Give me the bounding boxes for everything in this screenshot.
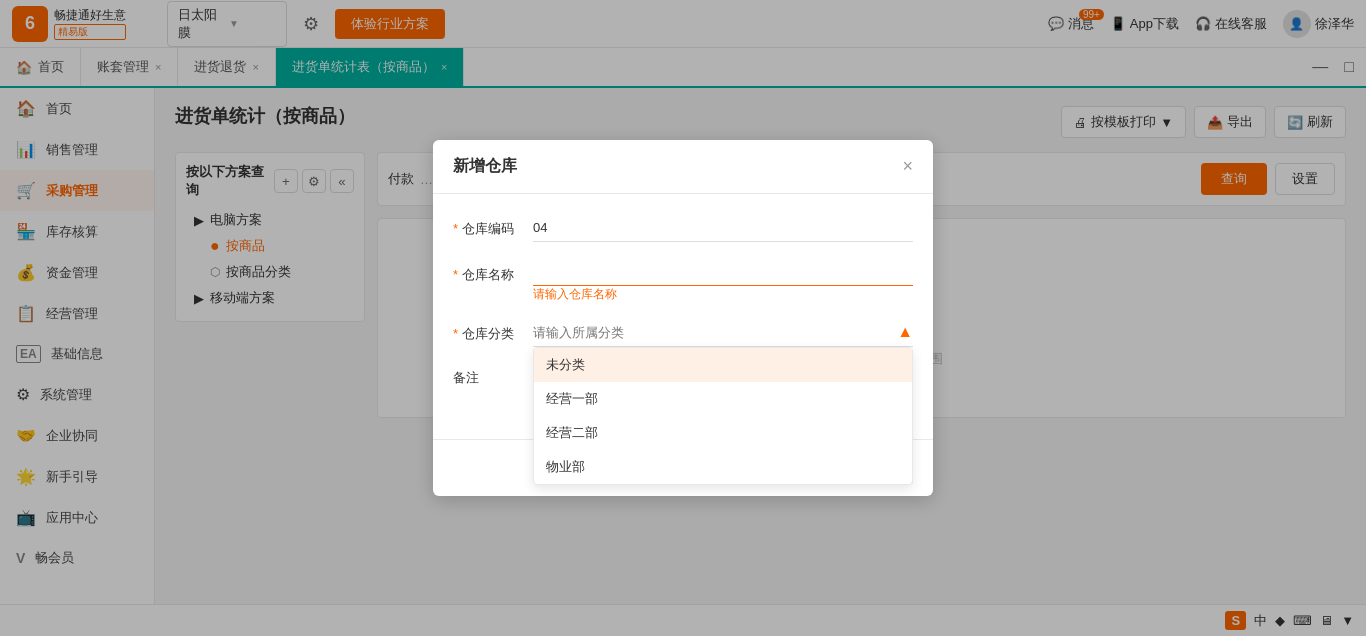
category-option-property[interactable]: 物业部 (534, 450, 912, 484)
warehouse-name-field: 仓库名称 请输入仓库名称 (453, 258, 913, 303)
dialog-body: 仓库编码 仓库名称 请输入仓库名称 仓库分类 ▲ 未分类 经营一部 (433, 194, 933, 439)
new-warehouse-dialog: 新增仓库 × 仓库编码 仓库名称 请输入仓库名称 仓库分类 ▲ (433, 140, 933, 496)
warehouse-category-label: 仓库分类 (453, 319, 533, 343)
warehouse-code-input[interactable] (533, 214, 913, 242)
warehouse-name-error-container: 请输入仓库名称 (533, 286, 913, 303)
warehouse-notes-label: 备注 (453, 363, 533, 387)
warehouse-name-input[interactable] (533, 258, 913, 286)
category-dropdown: 未分类 经营一部 经营二部 物业部 (533, 347, 913, 485)
category-selector: ▲ 未分类 经营一部 经营二部 物业部 (533, 319, 913, 347)
category-input[interactable] (533, 319, 913, 347)
warehouse-name-row: 仓库名称 (453, 258, 913, 286)
dialog-close-button[interactable]: × (902, 156, 913, 177)
dialog-header: 新增仓库 × (433, 140, 933, 194)
category-option-dept2[interactable]: 经营二部 (534, 416, 912, 450)
category-toggle-button[interactable]: ▲ (897, 323, 913, 341)
warehouse-category-field: 仓库分类 ▲ 未分类 经营一部 经营二部 物业部 (453, 319, 913, 347)
warehouse-code-label: 仓库编码 (453, 214, 533, 238)
warehouse-name-error: 请输入仓库名称 (533, 287, 617, 301)
dialog-title: 新增仓库 (453, 156, 517, 177)
category-option-uncategorized[interactable]: 未分类 (534, 348, 912, 382)
warehouse-name-label: 仓库名称 (453, 260, 533, 284)
category-option-dept1[interactable]: 经营一部 (534, 382, 912, 416)
warehouse-code-field: 仓库编码 (453, 214, 913, 242)
